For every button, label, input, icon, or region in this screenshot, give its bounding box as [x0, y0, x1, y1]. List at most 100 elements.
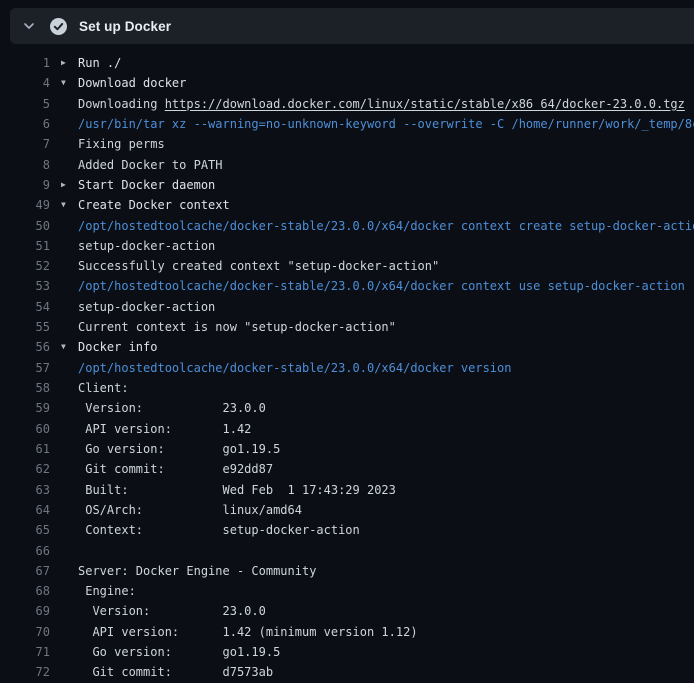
log-line-text: Client:: [78, 378, 694, 398]
log-line-number[interactable]: 50: [0, 216, 50, 236]
step-header[interactable]: Set up Docker: [10, 8, 694, 44]
log-line: 56▼Docker info: [0, 337, 694, 357]
log-line: 67Server: Docker Engine - Community: [0, 561, 694, 581]
log-line-number[interactable]: 8: [0, 155, 50, 175]
triangle-right-icon[interactable]: ▶: [50, 175, 78, 195]
log-line: 65 Context: setup-docker-action: [0, 520, 694, 540]
log-line-text: /opt/hostedtoolcache/docker-stable/23.0.…: [78, 358, 694, 378]
log-line-number[interactable]: 52: [0, 256, 50, 276]
log-line-number[interactable]: 53: [0, 276, 50, 296]
log-line-text: Git commit: d7573ab: [78, 662, 694, 682]
log-line-number[interactable]: 63: [0, 480, 50, 500]
log-line-text: API version: 1.42 (minimum version 1.12): [78, 622, 694, 642]
log-line-text: Version: 23.0.0: [78, 601, 694, 621]
log-line-text: Downloading https://download.docker.com/…: [78, 94, 694, 114]
log-line: 72 Git commit: d7573ab: [0, 662, 694, 682]
log-link[interactable]: https://download.docker.com/linux/static…: [165, 97, 685, 111]
twisty-spacer: [50, 114, 78, 134]
log-line-number[interactable]: 59: [0, 398, 50, 418]
log-line: 57/opt/hostedtoolcache/docker-stable/23.…: [0, 358, 694, 378]
log-line: 53/opt/hostedtoolcache/docker-stable/23.…: [0, 276, 694, 296]
log-line: 49▼Create Docker context: [0, 195, 694, 215]
triangle-down-icon[interactable]: ▼: [50, 73, 78, 93]
log-line: 64 OS/Arch: linux/amd64: [0, 500, 694, 520]
log-line-number[interactable]: 62: [0, 459, 50, 479]
log-line-text: Successfully created context "setup-dock…: [78, 256, 694, 276]
log-line-number[interactable]: 1: [0, 53, 50, 73]
log-line-number[interactable]: 7: [0, 134, 50, 154]
log-line-number[interactable]: 51: [0, 236, 50, 256]
twisty-spacer: [50, 662, 78, 682]
log-line-number[interactable]: 5: [0, 94, 50, 114]
log-line: 70 API version: 1.42 (minimum version 1.…: [0, 622, 694, 642]
log-line-number[interactable]: 58: [0, 378, 50, 398]
triangle-down-icon[interactable]: ▼: [50, 195, 78, 215]
log-line-number[interactable]: 70: [0, 622, 50, 642]
twisty-spacer: [50, 134, 78, 154]
log-line-text[interactable]: Docker info: [78, 337, 694, 357]
log-line-text: [78, 541, 694, 561]
log-line-number[interactable]: 54: [0, 297, 50, 317]
log-line-number[interactable]: 49: [0, 195, 50, 215]
triangle-right-icon[interactable]: ▶: [50, 53, 78, 73]
step-title: Set up Docker: [79, 19, 171, 34]
log-line: 59 Version: 23.0.0: [0, 398, 694, 418]
twisty-spacer: [50, 601, 78, 621]
log-console: 1▶Run ./4▼Download docker5Downloading ht…: [0, 44, 694, 683]
log-line-number[interactable]: 55: [0, 317, 50, 337]
log-line-number[interactable]: 64: [0, 500, 50, 520]
log-line: 69 Version: 23.0.0: [0, 601, 694, 621]
log-line-text[interactable]: Create Docker context: [78, 195, 694, 215]
log-line-text: Context: setup-docker-action: [78, 520, 694, 540]
twisty-spacer: [50, 520, 78, 540]
log-line: 5 Downloading https://download.docker.com…: [0, 94, 694, 114]
twisty-spacer: [50, 622, 78, 642]
twisty-spacer: [50, 236, 78, 256]
log-line-number[interactable]: 66: [0, 541, 50, 561]
log-line-number[interactable]: 57: [0, 358, 50, 378]
log-line-text: Fixing perms: [78, 134, 694, 154]
log-line-number[interactable]: 4: [0, 73, 50, 93]
twisty-spacer: [50, 216, 78, 236]
log-line: 63 Built: Wed Feb 1 17:43:29 2023: [0, 480, 694, 500]
log-line-text[interactable]: Start Docker daemon: [78, 175, 694, 195]
log-line: 60 API version: 1.42: [0, 419, 694, 439]
log-line-text[interactable]: Download docker: [78, 73, 694, 93]
log-line-text: /opt/hostedtoolcache/docker-stable/23.0.…: [78, 276, 694, 296]
triangle-down-icon[interactable]: ▼: [50, 337, 78, 357]
log-line-text: API version: 1.42: [78, 419, 694, 439]
log-line-text: Version: 23.0.0: [78, 398, 694, 418]
log-lines: 1▶Run ./4▼Download docker5Downloading ht…: [0, 53, 694, 683]
log-line: 54setup-docker-action: [0, 297, 694, 317]
log-line-number[interactable]: 69: [0, 601, 50, 621]
log-line-text: OS/Arch: linux/amd64: [78, 500, 694, 520]
twisty-spacer: [50, 358, 78, 378]
log-line-text: /usr/bin/tar xz --warning=no-unknown-key…: [78, 114, 694, 134]
twisty-spacer: [50, 419, 78, 439]
log-line-text: /opt/hostedtoolcache/docker-stable/23.0.…: [78, 216, 694, 236]
chevron-down-icon[interactable]: [22, 19, 36, 33]
twisty-spacer: [50, 256, 78, 276]
twisty-spacer: [50, 276, 78, 296]
twisty-spacer: [50, 561, 78, 581]
twisty-spacer: [50, 500, 78, 520]
log-line-number[interactable]: 65: [0, 520, 50, 540]
twisty-spacer: [50, 317, 78, 337]
log-line-number[interactable]: 6: [0, 114, 50, 134]
log-line: 50/opt/hostedtoolcache/docker-stable/23.…: [0, 216, 694, 236]
log-line-text: Built: Wed Feb 1 17:43:29 2023: [78, 480, 694, 500]
log-line-number[interactable]: 60: [0, 419, 50, 439]
twisty-spacer: [50, 642, 78, 662]
log-line-text: setup-docker-action: [78, 236, 694, 256]
log-line-number[interactable]: 9: [0, 175, 50, 195]
twisty-spacer: [50, 155, 78, 175]
log-line: 66: [0, 541, 694, 561]
log-line-number[interactable]: 67: [0, 561, 50, 581]
log-line-text[interactable]: Run ./: [78, 53, 694, 73]
log-line: 4▼Download docker: [0, 73, 694, 93]
log-line-number[interactable]: 68: [0, 581, 50, 601]
log-line-number[interactable]: 71: [0, 642, 50, 662]
log-line-number[interactable]: 56: [0, 337, 50, 357]
log-line-number[interactable]: 72: [0, 662, 50, 682]
log-line-number[interactable]: 61: [0, 439, 50, 459]
